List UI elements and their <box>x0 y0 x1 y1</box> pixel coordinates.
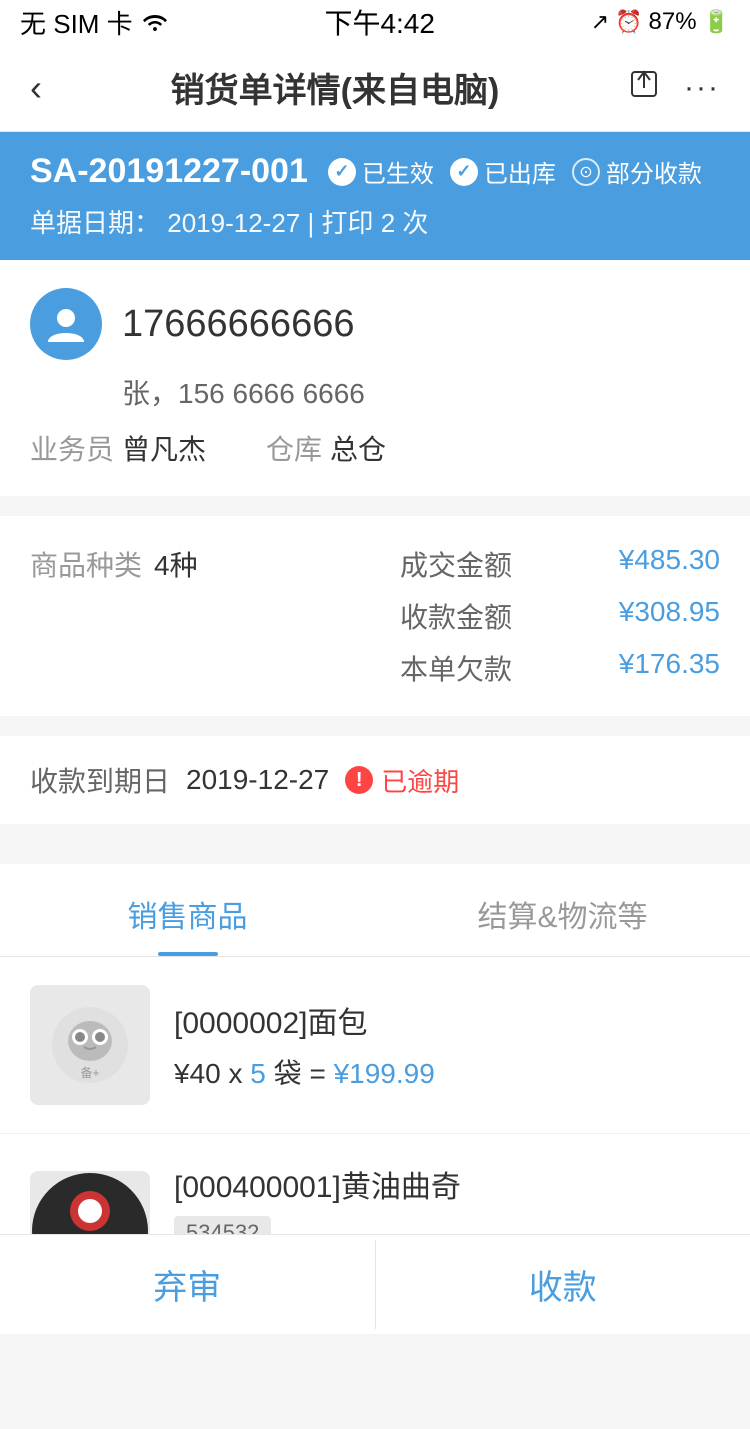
status-badges: ✓ 已生效 ✓ 已出库 ⊙ 部分收款 <box>328 154 702 189</box>
status-shipped-label: 已出库 <box>484 154 556 189</box>
order-status-row: SA-20191227-001 ✓ 已生效 ✓ 已出库 ⊙ 部分收款 <box>30 152 720 191</box>
transaction-row: 成交金额 ¥485.30 <box>400 544 720 584</box>
order-date: 2019-12-27 <box>167 208 300 238</box>
product-price-1: ¥40 x 5 袋 = ¥199.99 <box>174 1052 720 1092</box>
collect-button[interactable]: 收款 <box>376 1240 750 1329</box>
battery-icon: 🔋 <box>703 9 730 35</box>
svg-text:备+: 备+ <box>80 1066 99 1080</box>
print-label: | 打印 <box>307 208 373 238</box>
nav-actions: ··· <box>628 68 720 108</box>
date-label: 单据日期： <box>30 208 160 238</box>
time-display: 下午4:42 <box>324 2 435 42</box>
order-date-row: 单据日期： 2019-12-27 | 打印 2 次 <box>30 203 720 240</box>
battery-text: 87% <box>649 8 697 36</box>
summary-row: 商品种类 4种 成交金额 ¥485.30 收款金额 ¥308.95 本单欠款 ¥… <box>30 544 720 688</box>
page-title: 销货单详情(来自电脑) <box>171 63 500 112</box>
received-row: 收款金额 ¥308.95 <box>400 596 720 636</box>
debt-label: 本单欠款 <box>400 648 512 688</box>
list-item: 备+ [0000002]面包 ¥40 x 5 袋 = ¥199.99 <box>0 957 750 1134</box>
due-label: 收款到期日 <box>30 760 170 800</box>
due-date-value: 2019-12-27 <box>186 764 329 796</box>
status-active-label: 已生效 <box>362 154 434 189</box>
print-suffix: 次 <box>402 208 428 238</box>
type-value: 4种 <box>154 544 198 584</box>
customer-section: 17666666666 张，156 6666 6666 业务员 曾凡杰 仓库 总… <box>0 260 750 496</box>
divider-1 <box>0 496 750 516</box>
status-badge-shipped: ✓ 已出库 <box>450 154 556 189</box>
transaction-value: ¥485.30 <box>619 544 720 584</box>
debt-row: 本单欠款 ¥176.35 <box>400 648 720 688</box>
divider-3 <box>0 824 750 844</box>
due-date-section: 收款到期日 2019-12-27 ! 已逾期 <box>0 736 750 824</box>
avatar <box>30 288 102 360</box>
check-icon-2: ✓ <box>450 158 478 186</box>
divider-2 <box>0 716 750 736</box>
summary-right: 成交金额 ¥485.30 收款金额 ¥308.95 本单欠款 ¥176.35 <box>400 544 720 688</box>
cancel-button[interactable]: 弃审 <box>0 1240 376 1329</box>
warehouse-value: 总仓 <box>330 428 386 468</box>
status-left: 无 SIM 卡 <box>20 4 169 41</box>
check-icon-1: ✓ <box>328 158 356 186</box>
transaction-label: 成交金额 <box>400 544 512 584</box>
status-badge-partial: ⊙ 部分收款 <box>572 154 702 189</box>
alarm-icon: ⏰ <box>615 9 642 35</box>
print-count: 2 <box>381 208 395 238</box>
carrier-text: 无 SIM 卡 <box>20 4 133 41</box>
nav-bar: ‹ 销货单详情(来自电脑) ··· <box>0 44 750 132</box>
salesperson-value: 曾凡杰 <box>122 428 206 468</box>
back-button[interactable]: ‹ <box>30 67 42 109</box>
more-icon[interactable]: ··· <box>684 71 720 105</box>
tabs-row: 销售商品 结算&物流等 <box>0 864 750 957</box>
customer-meta: 业务员 曾凡杰 仓库 总仓 <box>30 428 720 468</box>
overdue-text: 已逾期 <box>381 762 459 799</box>
summary-left: 商品种类 4种 <box>30 544 198 584</box>
bottom-actions: 弃审 收款 <box>0 1234 750 1334</box>
overdue-badge: ! 已逾期 <box>345 762 459 799</box>
tab-sales-products[interactable]: 销售商品 <box>0 864 375 956</box>
order-header: SA-20191227-001 ✓ 已生效 ✓ 已出库 ⊙ 部分收款 单据日期：… <box>0 132 750 260</box>
debt-value: ¥176.35 <box>619 648 720 688</box>
overdue-icon: ! <box>345 766 373 794</box>
summary-section: 商品种类 4种 成交金额 ¥485.30 收款金额 ¥308.95 本单欠款 ¥… <box>0 516 750 716</box>
warehouse-label: 仓库 <box>266 428 322 468</box>
product-info-1: [0000002]面包 ¥40 x 5 袋 = ¥199.99 <box>174 998 720 1092</box>
clock-icon: ⊙ <box>572 158 600 186</box>
status-bar: 无 SIM 卡 下午4:42 ↗ ⏰ 87% 🔋 <box>0 0 750 44</box>
order-number: SA-20191227-001 <box>30 152 308 191</box>
received-value: ¥308.95 <box>619 596 720 636</box>
status-right: ↗ ⏰ 87% 🔋 <box>591 8 730 36</box>
location-icon: ↗ <box>591 9 609 35</box>
type-label: 商品种类 <box>30 544 142 584</box>
salesperson-label: 业务员 <box>30 428 114 468</box>
tab-settlement[interactable]: 结算&物流等 <box>375 864 750 956</box>
status-badge-active: ✓ 已生效 <box>328 154 434 189</box>
customer-sub-info: 张，156 6666 6666 <box>30 372 720 412</box>
customer-row: 17666666666 <box>30 288 720 360</box>
received-label: 收款金额 <box>400 596 512 636</box>
product-name-2: [000400001]黄油曲奇 <box>174 1162 720 1206</box>
product-name-1: [0000002]面包 <box>174 998 720 1042</box>
status-partial-label: 部分收款 <box>606 154 702 189</box>
share-icon[interactable] <box>628 68 660 108</box>
wifi-icon <box>141 7 169 38</box>
product-thumbnail-1: 备+ <box>30 985 150 1105</box>
customer-name: 17666666666 <box>122 303 354 346</box>
